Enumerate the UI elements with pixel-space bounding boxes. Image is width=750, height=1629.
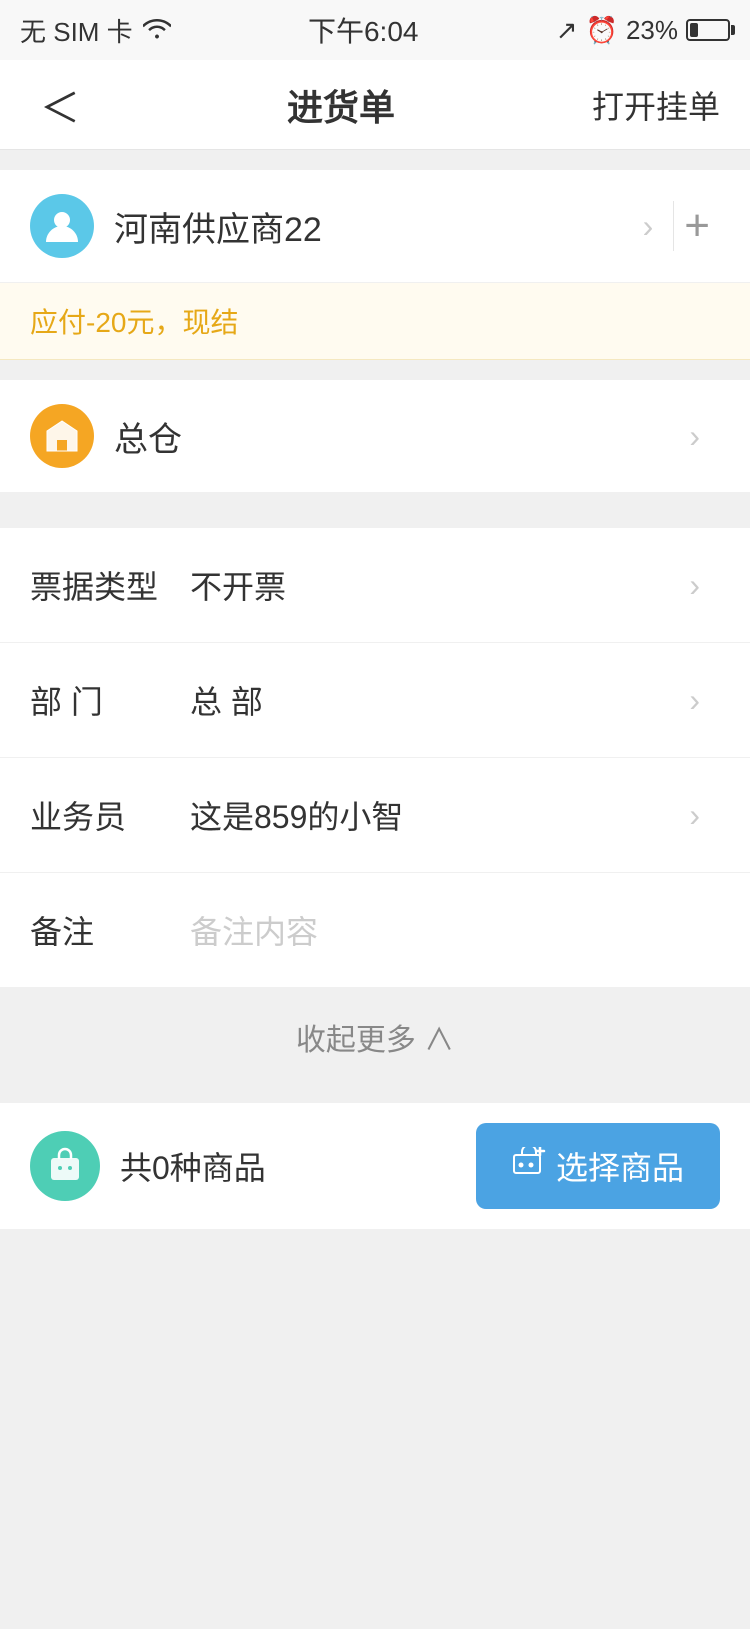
battery-percent: 23% bbox=[626, 15, 678, 46]
nav-bar: ＜ 进货单 打开挂单 bbox=[0, 60, 750, 150]
invoice-type-row[interactable]: 票据类型 不开票 › bbox=[0, 528, 750, 643]
status-left: 无 SIM 卡 bbox=[20, 12, 171, 49]
remark-input[interactable]: 备注内容 bbox=[170, 907, 720, 953]
product-bar: 共0种商品 选择商品 bbox=[0, 1103, 750, 1229]
add-button[interactable]: + bbox=[674, 201, 720, 251]
salesperson-label: 业务员 bbox=[30, 792, 170, 838]
collapse-label: 收起更多 ∧ bbox=[296, 1015, 454, 1059]
invoice-type-value: 不开票 bbox=[170, 562, 689, 608]
salesperson-value: 这是859的小智 bbox=[170, 792, 689, 838]
back-button[interactable]: ＜ bbox=[30, 66, 90, 144]
form-divider bbox=[0, 492, 750, 512]
battery-icon bbox=[686, 19, 730, 41]
status-bar: 无 SIM 卡 下午6:04 ↗ ⏰ 23% bbox=[0, 0, 750, 60]
invoice-type-label: 票据类型 bbox=[30, 562, 170, 608]
department-row[interactable]: 部 门 总 部 › bbox=[0, 643, 750, 758]
top-divider bbox=[0, 150, 750, 170]
supplier-notice: 应付-20元，现结 bbox=[0, 283, 750, 360]
product-icon bbox=[30, 1131, 100, 1201]
location-icon: ↗ bbox=[556, 15, 578, 46]
carrier-label: 无 SIM 卡 bbox=[20, 12, 133, 49]
supplier-name: 河南供应商22 bbox=[114, 202, 643, 251]
invoice-type-chevron-icon: › bbox=[689, 567, 700, 604]
status-time: 下午6:04 bbox=[308, 10, 419, 50]
product-count-label: 共0种商品 bbox=[120, 1143, 476, 1189]
department-value: 总 部 bbox=[170, 677, 689, 723]
supplier-row[interactable]: 河南供应商22 › + bbox=[0, 170, 750, 283]
wifi-icon bbox=[143, 15, 171, 46]
alarm-icon: ⏰ bbox=[586, 15, 618, 46]
warehouse-divider bbox=[0, 360, 750, 380]
warehouse-icon bbox=[30, 404, 94, 468]
salesperson-row[interactable]: 业务员 这是859的小智 › bbox=[0, 758, 750, 873]
department-label: 部 门 bbox=[30, 677, 170, 723]
form-section: 票据类型 不开票 › 部 门 总 部 › 业务员 这是859的小智 › 备注 备… bbox=[0, 528, 750, 987]
supplier-section: 河南供应商22 › + 应付-20元，现结 bbox=[0, 170, 750, 360]
collapse-row[interactable]: 收起更多 ∧ bbox=[0, 987, 750, 1087]
salesperson-chevron-icon: › bbox=[689, 797, 700, 834]
supplier-avatar bbox=[30, 194, 94, 258]
page-title: 进货单 bbox=[287, 79, 395, 131]
warehouse-chevron-icon: › bbox=[689, 418, 700, 455]
warehouse-name: 总仓 bbox=[114, 412, 689, 461]
department-chevron-icon: › bbox=[689, 682, 700, 719]
select-product-label: 选择商品 bbox=[556, 1143, 684, 1189]
remark-row[interactable]: 备注 备注内容 bbox=[0, 873, 750, 987]
select-product-button[interactable]: 选择商品 bbox=[476, 1123, 720, 1209]
warehouse-row[interactable]: 总仓 › bbox=[0, 380, 750, 492]
open-pending-button[interactable]: 打开挂单 bbox=[592, 82, 720, 128]
remark-label: 备注 bbox=[30, 907, 170, 953]
bottom-background bbox=[0, 1229, 750, 1629]
select-product-icon bbox=[512, 1147, 546, 1186]
supplier-chevron-icon: › bbox=[643, 208, 654, 245]
warehouse-section: 总仓 › bbox=[0, 380, 750, 492]
status-right: ↗ ⏰ 23% bbox=[556, 15, 730, 46]
